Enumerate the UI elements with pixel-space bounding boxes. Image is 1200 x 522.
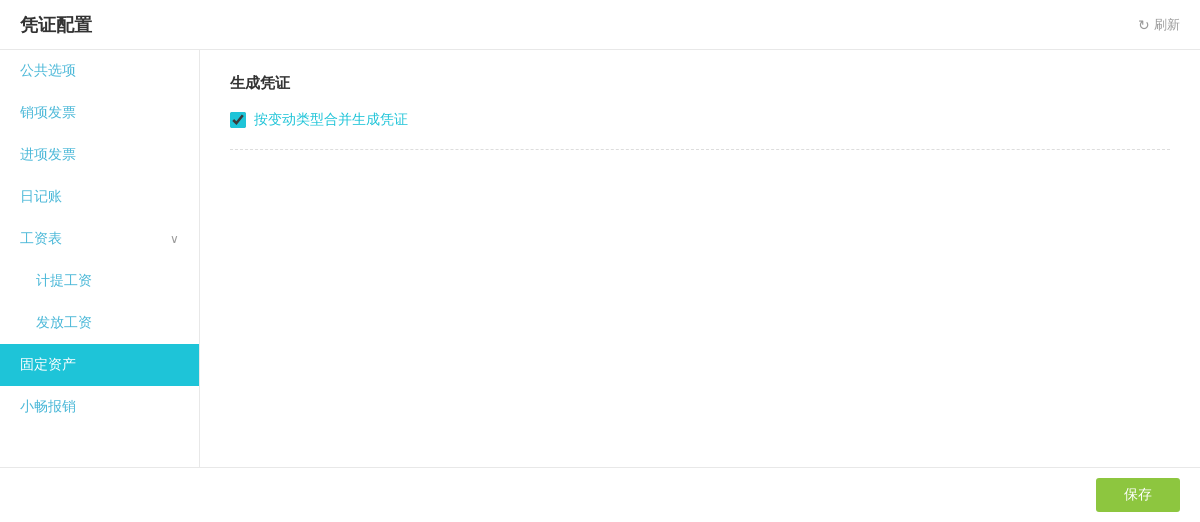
chevron-down-icon: ∨ bbox=[170, 232, 179, 246]
sidebar-item-payroll-pay[interactable]: 发放工资 bbox=[0, 302, 199, 344]
sidebar-item-label: 公共选项 bbox=[20, 62, 76, 80]
footer: 保存 bbox=[0, 467, 1200, 522]
sidebar-item-label: 工资表 bbox=[20, 230, 62, 248]
sidebar-item-label: 日记账 bbox=[20, 188, 62, 206]
refresh-button[interactable]: ↻ 刷新 bbox=[1138, 16, 1180, 34]
sidebar-item-payroll-accrual[interactable]: 计提工资 bbox=[0, 260, 199, 302]
refresh-label: 刷新 bbox=[1154, 16, 1180, 34]
refresh-icon: ↻ bbox=[1138, 17, 1150, 33]
section-title: 生成凭证 bbox=[230, 74, 1170, 93]
sidebar-item-sales-invoice[interactable]: 销项发票 bbox=[0, 92, 199, 134]
header: 凭证配置 ↻ 刷新 bbox=[0, 0, 1200, 50]
sidebar-item-journal[interactable]: 日记账 bbox=[0, 176, 199, 218]
sidebar-item-label: 小畅报销 bbox=[20, 398, 76, 416]
sidebar-item-label: 固定资产 bbox=[20, 356, 76, 374]
sidebar-item-fixed-assets[interactable]: 固定资产 bbox=[0, 344, 199, 386]
sidebar-item-payroll-table[interactable]: 工资表 ∨ bbox=[0, 218, 199, 260]
save-button[interactable]: 保存 bbox=[1096, 478, 1180, 512]
sidebar-item-label: 发放工资 bbox=[36, 314, 92, 332]
merge-by-type-checkbox[interactable] bbox=[230, 112, 246, 128]
main-content: 公共选项销项发票进项发票日记账工资表 ∨ 计提工资发放工资固定资产小畅报销 生成凭证… bbox=[0, 50, 1200, 467]
sidebar-item-label: 计提工资 bbox=[36, 272, 92, 290]
page-title: 凭证配置 bbox=[20, 13, 92, 37]
sidebar-item-label: 销项发票 bbox=[20, 104, 76, 122]
content-area: 生成凭证 按变动类型合并生成凭证 bbox=[200, 50, 1200, 467]
sidebar-item-expense-report[interactable]: 小畅报销 bbox=[0, 386, 199, 428]
section-divider bbox=[230, 149, 1170, 150]
sidebar-item-purchase-invoice[interactable]: 进项发票 bbox=[0, 134, 199, 176]
checkbox-row: 按变动类型合并生成凭证 bbox=[230, 111, 1170, 129]
merge-by-type-label[interactable]: 按变动类型合并生成凭证 bbox=[254, 111, 408, 129]
sidebar: 公共选项销项发票进项发票日记账工资表 ∨ 计提工资发放工资固定资产小畅报销 bbox=[0, 50, 200, 467]
sidebar-item-public-options[interactable]: 公共选项 bbox=[0, 50, 199, 92]
sidebar-item-label: 进项发票 bbox=[20, 146, 76, 164]
